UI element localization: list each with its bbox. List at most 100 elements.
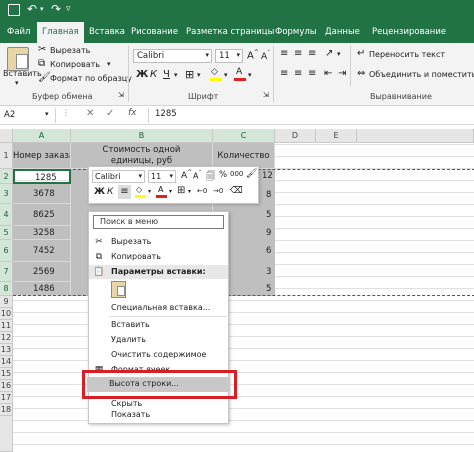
formula-input[interactable]: 1285 bbox=[155, 109, 177, 119]
menu-item-copy[interactable]: ⧉ Копировать bbox=[89, 250, 228, 264]
copy-button[interactable]: Копировать bbox=[50, 60, 100, 69]
row-header[interactable]: 15 bbox=[0, 368, 13, 380]
undo-icon[interactable]: ↶ bbox=[27, 2, 37, 16]
row-header[interactable]: 14 bbox=[0, 356, 13, 368]
italic-icon[interactable]: К bbox=[107, 187, 113, 197]
currency-icon[interactable]: 🗐 bbox=[206, 169, 215, 185]
paste-button[interactable]: Вставить bbox=[3, 69, 42, 78]
increase-font-icon[interactable]: A^ bbox=[247, 49, 259, 61]
menu-item-show[interactable]: Показать bbox=[89, 408, 228, 422]
column-header-a[interactable]: A bbox=[13, 129, 71, 143]
tab-page-layout[interactable]: Разметка страницы bbox=[186, 22, 274, 43]
copy-dropdown-icon[interactable]: ▾ bbox=[107, 60, 111, 68]
quick-access-dropdown-icon[interactable]: ▿ bbox=[66, 4, 71, 14]
align-right-icon[interactable]: ≡ bbox=[308, 68, 316, 79]
menu-item-paste-special[interactable]: Специальная вставка... bbox=[89, 301, 228, 315]
align-middle-icon[interactable]: ≡ bbox=[294, 48, 302, 59]
redo-icon[interactable]: ↷ bbox=[51, 2, 61, 16]
column-header-extra[interactable] bbox=[357, 129, 474, 143]
italic-icon[interactable]: К bbox=[150, 69, 157, 80]
increase-font-icon[interactable]: A^ bbox=[181, 169, 192, 181]
align-top-icon[interactable]: ≡ bbox=[280, 48, 288, 59]
menu-search-input[interactable]: Поиск в меню bbox=[93, 215, 224, 229]
row-header[interactable]: 17 bbox=[0, 392, 13, 404]
tab-formulas[interactable]: Формулы bbox=[275, 22, 317, 43]
fill-color-dropdown-icon[interactable]: ▾ bbox=[224, 71, 228, 79]
increase-decimal-icon[interactable]: ←0 bbox=[197, 187, 207, 195]
row-header[interactable]: 9 bbox=[0, 296, 13, 308]
row-header[interactable]: 5 bbox=[0, 226, 13, 240]
name-box[interactable]: A2 ▾ bbox=[0, 108, 56, 123]
align-left-icon[interactable]: ≡ bbox=[280, 68, 288, 79]
save-icon[interactable] bbox=[8, 4, 20, 16]
tab-home[interactable]: Главная bbox=[37, 22, 84, 43]
align-center-icon[interactable]: ≡ bbox=[118, 185, 131, 199]
row-header[interactable]: 8 bbox=[0, 282, 13, 296]
align-center-icon[interactable]: ≡ bbox=[294, 68, 302, 79]
paste-option-icon[interactable] bbox=[111, 281, 126, 298]
column-header-b[interactable]: B bbox=[71, 129, 213, 143]
menu-item-cut[interactable]: ✂ Вырезать bbox=[89, 235, 228, 249]
tab-insert[interactable]: Вставка bbox=[89, 22, 125, 43]
decrease-font-icon[interactable]: Aˇ bbox=[261, 50, 270, 62]
column-header-c[interactable]: C bbox=[213, 129, 275, 143]
paste-icon[interactable] bbox=[7, 47, 29, 71]
row-header[interactable]: 3 bbox=[0, 184, 13, 204]
undo-dropdown-icon[interactable]: ▾ bbox=[40, 5, 44, 13]
font-color-dropdown-icon[interactable]: ▾ bbox=[248, 71, 252, 79]
insert-function-icon[interactable]: fx bbox=[128, 108, 137, 118]
enter-icon[interactable]: ✓ bbox=[106, 108, 114, 119]
tab-file[interactable]: Файл bbox=[7, 22, 30, 43]
decrease-decimal-icon[interactable]: →0 bbox=[213, 187, 223, 195]
row-header[interactable]: 2 bbox=[0, 169, 13, 184]
increase-indent-icon[interactable]: ⇥ bbox=[338, 68, 346, 79]
row-header[interactable]: 7 bbox=[0, 262, 13, 282]
font-color-icon[interactable]: A bbox=[234, 67, 246, 81]
bold-icon[interactable]: Ж bbox=[94, 187, 105, 197]
tab-draw[interactable]: Рисование bbox=[131, 22, 178, 43]
menu-item-delete[interactable]: Удалить bbox=[89, 333, 228, 347]
underline-icon[interactable]: Ч bbox=[163, 69, 170, 80]
column-header-e[interactable]: E bbox=[316, 129, 357, 143]
row-header[interactable]: 11 bbox=[0, 320, 13, 332]
font-color-icon[interactable]: A bbox=[156, 185, 167, 198]
column-header-d[interactable]: D bbox=[275, 129, 316, 143]
thousands-separator-icon[interactable]: 000 bbox=[230, 170, 243, 178]
mini-size-select[interactable]: 11 ▾ bbox=[148, 170, 176, 183]
borders-icon[interactable]: ⊞ bbox=[177, 185, 185, 196]
row-header[interactable]: 10 bbox=[0, 308, 13, 320]
clipboard-launcher-icon[interactable]: ⇲ bbox=[118, 91, 124, 99]
row-header[interactable]: 12 bbox=[0, 332, 13, 344]
percent-icon[interactable]: % bbox=[219, 170, 227, 180]
borders-icon[interactable]: ⊞ bbox=[185, 68, 194, 81]
tab-data[interactable]: Данные bbox=[325, 22, 360, 43]
row-header[interactable]: 1 bbox=[0, 143, 13, 169]
mini-font-select[interactable]: Calibri ▾ bbox=[92, 170, 145, 183]
decrease-indent-icon[interactable]: ⇤ bbox=[324, 68, 332, 79]
orientation-dropdown-icon[interactable]: ▾ bbox=[337, 50, 341, 58]
select-all-corner[interactable] bbox=[0, 129, 13, 143]
row-header[interactable]: 13 bbox=[0, 344, 13, 356]
borders-dropdown-icon[interactable]: ▾ bbox=[197, 71, 201, 79]
fill-color-icon[interactable]: ◇ bbox=[210, 67, 222, 81]
font-launcher-icon[interactable]: ⇲ bbox=[263, 91, 269, 99]
decrease-font-icon[interactable]: Aˇ bbox=[193, 170, 201, 181]
bold-icon[interactable]: Ж bbox=[136, 69, 148, 80]
row-header[interactable]: 18 bbox=[0, 404, 13, 416]
underline-dropdown-icon[interactable]: ▾ bbox=[174, 71, 178, 79]
borders-dropdown-icon[interactable]: ▾ bbox=[188, 188, 191, 195]
format-painter-icon[interactable]: 🖌 bbox=[246, 169, 257, 179]
paste-dropdown-icon[interactable]: ▾ bbox=[15, 79, 19, 87]
cut-button[interactable]: Вырезать bbox=[50, 46, 90, 55]
row-header[interactable]: 4 bbox=[0, 204, 13, 226]
font-name-select[interactable]: Calibri ▾ bbox=[133, 49, 212, 63]
clear-formatting-icon[interactable]: ⌫ bbox=[230, 186, 243, 196]
menu-item-clear-contents[interactable]: Очистить содержимое bbox=[89, 348, 228, 362]
wrap-text-button[interactable]: Переносить текст bbox=[369, 50, 445, 59]
row-header[interactable]: 16 bbox=[0, 380, 13, 392]
fill-dropdown-icon[interactable]: ▾ bbox=[148, 188, 151, 195]
align-bottom-icon[interactable]: ≡ bbox=[308, 48, 316, 59]
font-size-select[interactable]: 11 ▾ bbox=[215, 49, 243, 63]
tab-review[interactable]: Рецензирование bbox=[372, 22, 446, 43]
font-color-dropdown-icon[interactable]: ▾ bbox=[169, 188, 172, 195]
